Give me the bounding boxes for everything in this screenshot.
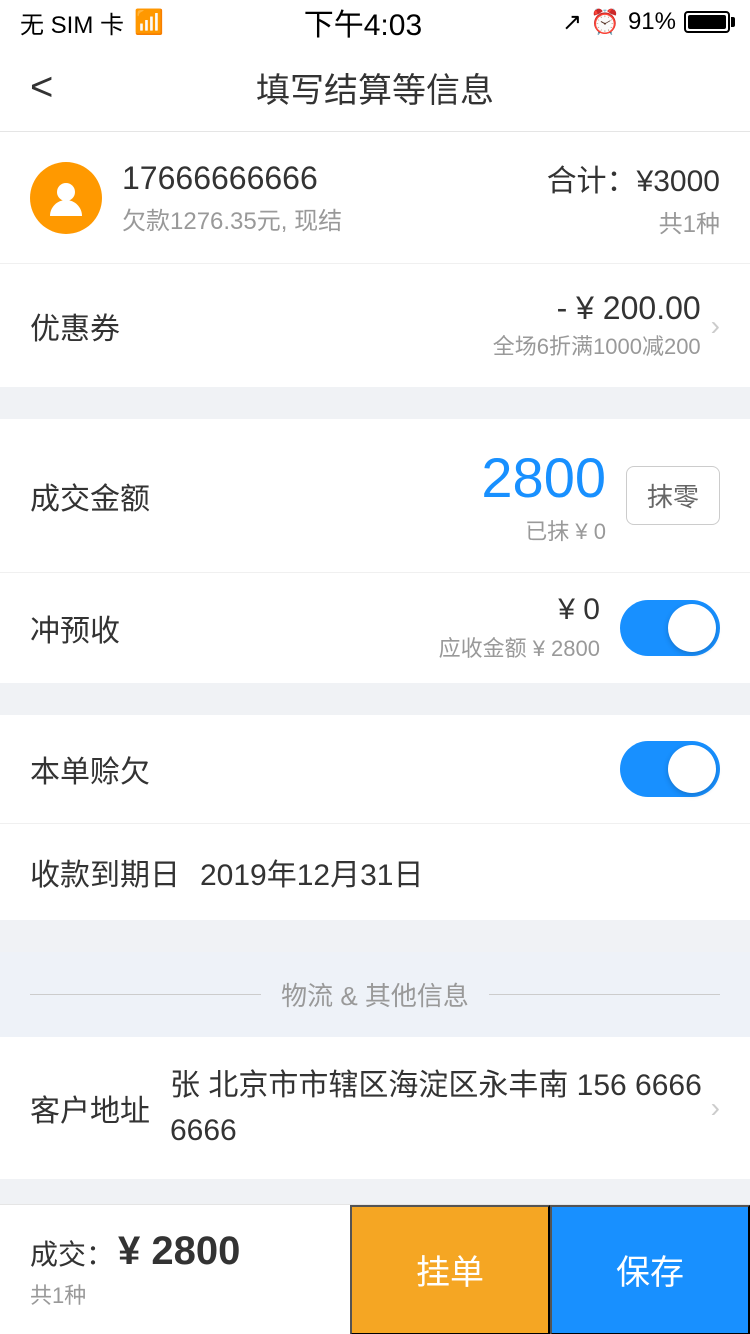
due-date-row: 收款到期日 2019年12月31日	[0, 823, 750, 920]
bottom-deal-amount: ¥ 2800	[118, 1229, 240, 1274]
customer-card: 17666666666 欠款1276.35元, 现结 合计：¥3000 共1种 …	[0, 132, 750, 387]
precollect-label: 冲预收	[30, 606, 120, 650]
total-count: 共1种	[547, 204, 720, 239]
round-zero-button[interactable]: 抹零	[626, 466, 720, 525]
credit-row: 本单赊欠	[0, 715, 750, 823]
location-icon: ↗	[562, 8, 582, 37]
logistics-title: 物流 & 其他信息	[281, 976, 469, 1013]
address-value: 张 北京市市辖区海淀区永丰南 156 6666 6666	[170, 1063, 711, 1153]
separator-1	[0, 403, 750, 419]
deal-amount-label: 成交金额	[30, 474, 150, 518]
pending-button[interactable]: 挂单	[350, 1205, 550, 1334]
bottom-count: 共1种	[30, 1278, 320, 1310]
deal-amount-right: 2800 已抹 ¥ 0 抹零	[481, 445, 720, 546]
deal-amount-note: 已抹 ¥ 0	[481, 514, 606, 546]
battery-percent: 91%	[628, 8, 676, 36]
address-label: 客户地址	[30, 1086, 170, 1130]
save-button[interactable]: 保存	[550, 1205, 750, 1334]
coupon-content: - ¥ 200.00 全场6折满1000减200	[493, 290, 701, 361]
divider-3	[0, 936, 750, 952]
due-date-label: 收款到期日	[30, 850, 180, 894]
address-row[interactable]: 客户地址 张 北京市市辖区海淀区永丰南 156 6666 6666 ›	[0, 1037, 750, 1179]
wifi-icon: 📶	[134, 8, 164, 37]
coupon-row[interactable]: 优惠券 - ¥ 200.00 全场6折满1000减200 ›	[0, 264, 750, 387]
status-right: ↗ ⏰ 91%	[562, 8, 730, 37]
deal-amount-row: 成交金额 2800 已抹 ¥ 0 抹零	[0, 419, 750, 573]
precollect-amount: ¥ 0	[439, 593, 600, 627]
customer-info: 17666666666 欠款1276.35元, 现结	[122, 160, 342, 236]
bottom-bar: 成交： ¥ 2800 共1种 挂单 保存	[0, 1204, 750, 1334]
battery-icon	[684, 11, 730, 33]
status-left: 无 SIM 卡 📶	[20, 5, 164, 40]
precollect-toggle[interactable]	[620, 600, 720, 656]
customer-debt: 欠款1276.35元, 现结	[122, 201, 342, 236]
credit-toggle[interactable]	[620, 741, 720, 797]
customer-row: 17666666666 欠款1276.35元, 现结 合计：¥3000 共1种	[0, 132, 750, 264]
page-title: 填写结算等信息	[256, 63, 494, 112]
credit-label: 本单赊欠	[30, 747, 150, 791]
carrier-label: 无 SIM 卡	[20, 5, 124, 40]
precollect-values: ¥ 0 应收金额 ¥ 2800	[439, 593, 600, 663]
divider-2	[0, 699, 750, 715]
coupon-label: 优惠券	[30, 304, 120, 348]
precollect-row: 冲预收 ¥ 0 应收金额 ¥ 2800	[0, 573, 750, 683]
deal-amount-values: 2800 已抹 ¥ 0	[481, 445, 606, 546]
avatar	[30, 162, 102, 234]
deal-amount-value: 2800	[481, 445, 606, 510]
customer-phone: 17666666666	[122, 160, 342, 197]
logistics-header: 物流 & 其他信息	[0, 952, 750, 1037]
credit-toggle-knob	[668, 745, 716, 793]
logistics-line-left	[30, 994, 261, 995]
alarm-icon: ⏰	[590, 8, 620, 37]
customer-left: 17666666666 欠款1276.35元, 现结	[30, 160, 342, 236]
bottom-deal-label: 成交：	[30, 1233, 114, 1273]
content-area: 17666666666 欠款1276.35元, 现结 合计：¥3000 共1种 …	[0, 132, 750, 1319]
toggle-knob	[668, 604, 716, 652]
deal-amount-card: 成交金额 2800 已抹 ¥ 0 抹零 冲预收 ¥ 0 应收金额 ¥ 2800	[0, 419, 750, 683]
bottom-summary: 成交： ¥ 2800 共1种	[0, 1229, 350, 1310]
coupon-chevron: ›	[711, 310, 720, 342]
customer-right: 合计：¥3000 共1种	[547, 156, 720, 239]
total-amount: 合计：¥3000	[547, 156, 720, 200]
nav-bar: < 填写结算等信息	[0, 44, 750, 132]
credit-card: 本单赊欠 收款到期日 2019年12月31日	[0, 715, 750, 920]
back-button[interactable]: <	[30, 65, 90, 110]
precollect-right: ¥ 0 应收金额 ¥ 2800	[439, 593, 720, 663]
coupon-description: 全场6折满1000减200	[493, 329, 701, 361]
address-chevron: ›	[711, 1092, 720, 1124]
logistics-line-right	[489, 994, 720, 995]
coupon-right: - ¥ 200.00 全场6折满1000减200 ›	[493, 290, 720, 361]
status-bar: 无 SIM 卡 📶 下午4:03 ↗ ⏰ 91%	[0, 0, 750, 44]
bottom-deal-line: 成交： ¥ 2800	[30, 1229, 320, 1274]
coupon-discount: - ¥ 200.00	[493, 290, 701, 327]
precollect-receivable: 应收金额 ¥ 2800	[439, 631, 600, 663]
due-date-value: 2019年12月31日	[200, 850, 423, 894]
status-time: 下午4:03	[304, 0, 422, 44]
battery-fill	[688, 15, 726, 29]
